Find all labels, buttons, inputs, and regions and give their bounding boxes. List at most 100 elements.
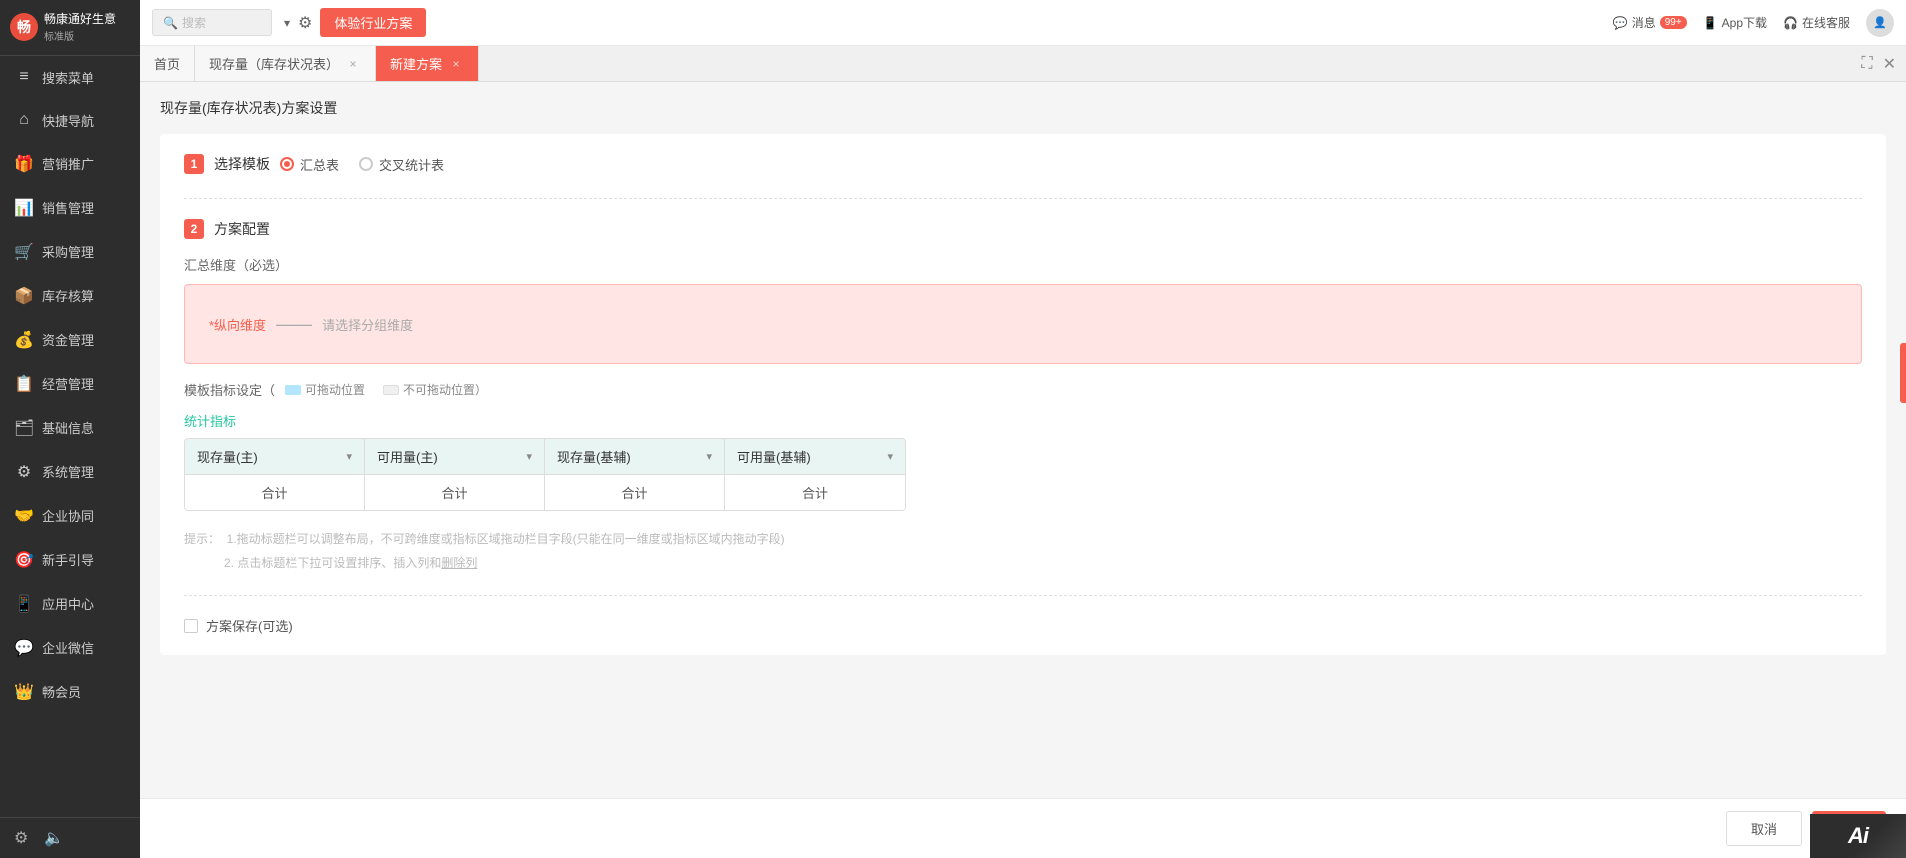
sidebar-item-system[interactable]: ⚙ 系统管理: [0, 450, 140, 494]
sidebar-item-label: 企业微信: [42, 638, 94, 657]
headset-icon: 🎧: [1783, 16, 1798, 30]
sidebar-item-label: 畅会员: [42, 682, 81, 701]
sidebar-item-marketing[interactable]: 🎁 营销推广: [0, 142, 140, 186]
sidebar-nav: ≡ 搜索菜单 ⌂ 快捷导航 🎁 营销推广 📊 销售管理 🛒 采购管理 📦 库存核…: [0, 56, 140, 817]
col-1-chevron[interactable]: ▾: [526, 450, 532, 463]
dimension-required: *纵向维度: [209, 315, 266, 334]
guide-icon: 🎯: [14, 550, 34, 570]
sidebar-item-quick-nav[interactable]: ⌂ 快捷导航: [0, 99, 140, 142]
sales-icon: 📊: [14, 198, 34, 218]
sidebar-item-purchase[interactable]: 🛒 采购管理: [0, 230, 140, 274]
col-2-cell: 合计: [545, 475, 724, 510]
radio-summary-dot: [280, 157, 294, 171]
sidebar-item-label: 应用中心: [42, 594, 94, 613]
app-logo: 畅 畅康通好生意 标准版: [0, 0, 140, 56]
wechat-icon: 💬: [14, 638, 34, 658]
sidebar-item-sales[interactable]: 📊 销售管理: [0, 186, 140, 230]
dropdown-icon[interactable]: ▾: [284, 16, 290, 30]
sidebar-item-label: 企业协同: [42, 506, 94, 525]
ai-badge[interactable]: Ai: [1810, 814, 1906, 858]
sidebar-item-search-menu[interactable]: ≡ 搜索菜单: [0, 56, 140, 99]
home-tab-label: 首页: [154, 54, 180, 73]
tab-home[interactable]: 首页: [140, 46, 195, 81]
radio-summary[interactable]: 汇总表: [280, 155, 339, 174]
stats-col-0: 现存量(主) ▾ 合计: [185, 439, 365, 510]
app-center-icon: 📱: [14, 594, 34, 614]
topbar-actions: ▾ ⚙ 体验行业方案: [284, 8, 426, 37]
new-scheme-tab-close[interactable]: ×: [448, 56, 464, 72]
sidebar-item-operation[interactable]: 📋 经营管理: [0, 362, 140, 406]
settings-icon[interactable]: ⚙: [14, 828, 28, 848]
stats-col-1-header[interactable]: 可用量(主) ▾: [365, 439, 544, 475]
stats-col-3: 可用量(基辅) ▾ 合计: [725, 439, 905, 510]
save-option-label: 方案保存(可选): [206, 616, 293, 635]
tab-new-scheme[interactable]: 新建方案 ×: [376, 46, 479, 81]
cancel-button[interactable]: 取消: [1726, 811, 1802, 846]
online-service-btn[interactable]: 🎧 在线客服: [1783, 14, 1850, 31]
col-2-label: 现存量(基辅): [557, 447, 631, 466]
online-service-label: 在线客服: [1802, 14, 1850, 31]
industry-btn[interactable]: 体验行业方案: [320, 8, 426, 37]
legend-draggable-label: 可拖动位置: [305, 381, 365, 398]
col-2-chevron[interactable]: ▾: [706, 450, 712, 463]
section2-title: 方案配置: [214, 219, 270, 239]
marketing-icon: 🎁: [14, 154, 34, 174]
search-menu-icon: ≡: [14, 68, 34, 86]
avatar-icon: 👤: [1873, 16, 1887, 29]
tips-item-2: 2. 点击标题栏下拉可设置排序、插入列和删除列: [224, 551, 1862, 575]
sidebar-item-base-info[interactable]: 🗂 基础信息: [0, 406, 140, 450]
save-checkbox[interactable]: [184, 619, 198, 633]
radio-summary-label: 汇总表: [300, 155, 339, 174]
stats-col-2-header[interactable]: 现存量(基辅) ▾: [545, 439, 724, 475]
col-0-chevron[interactable]: ▾: [346, 450, 352, 463]
template-section: 1 选择模板 汇总表 交叉统计表: [184, 154, 1862, 174]
sidebar-item-finance[interactable]: 💰 资金管理: [0, 318, 140, 362]
radio-cross[interactable]: 交叉统计表: [359, 155, 444, 174]
stats-col-1: 可用量(主) ▾ 合计: [365, 439, 545, 510]
stats-col-0-header[interactable]: 现存量(主) ▾: [185, 439, 364, 475]
user-avatar[interactable]: 👤: [1866, 9, 1894, 37]
help-icon[interactable]: 🔈: [44, 828, 64, 848]
messages-badge: 99+: [1660, 16, 1687, 29]
tabbar-controls: ⛶ ✕: [1851, 46, 1906, 81]
topbar-settings-icon[interactable]: ⚙: [298, 13, 312, 33]
scroll-handle[interactable]: [1900, 343, 1906, 403]
nodrag-box: [383, 385, 399, 395]
sidebar-item-label: 快捷导航: [42, 111, 94, 130]
sidebar-item-label: 营销推广: [42, 154, 94, 173]
section1-num: 1: [184, 154, 204, 174]
tab-inventory-status[interactable]: 现存量（库存状况表） ×: [195, 46, 376, 81]
tabbar: 首页 现存量（库存状况表） × 新建方案 × ⛶ ✕: [140, 46, 1906, 82]
sidebar-item-label: 销售管理: [42, 198, 94, 217]
col-1-label: 可用量(主): [377, 447, 438, 466]
bottombar: 取消 查询: [140, 798, 1906, 858]
search-box[interactable]: 🔍 搜索: [152, 9, 272, 36]
sidebar: 畅 畅康通好生意 标准版 ≡ 搜索菜单 ⌂ 快捷导航 🎁 营销推广 📊 销售管理…: [0, 0, 140, 858]
phone-icon: 📱: [1703, 16, 1718, 30]
sidebar-item-app-center[interactable]: 📱 应用中心: [0, 582, 140, 626]
finance-icon: 💰: [14, 330, 34, 350]
col-3-chevron[interactable]: ▾: [887, 450, 893, 463]
operation-icon: 📋: [14, 374, 34, 394]
system-icon: ⚙: [14, 462, 34, 482]
draggable-box: [285, 385, 301, 395]
app-download-btn[interactable]: 📱 App下载: [1703, 14, 1767, 31]
sidebar-item-wechat[interactable]: 💬 企业微信: [0, 626, 140, 670]
inventory-tab-close[interactable]: ×: [345, 56, 361, 72]
close-all-icon[interactable]: ✕: [1883, 54, 1896, 74]
stats-col-3-header[interactable]: 可用量(基辅) ▾: [725, 439, 905, 475]
dimension-area[interactable]: *纵向维度 —— 请选择分组维度: [184, 284, 1862, 364]
sidebar-item-guide[interactable]: 🎯 新手引导: [0, 538, 140, 582]
page-title: 现存量(库存状况表)方案设置: [160, 98, 1886, 118]
expand-icon[interactable]: ⛶: [1861, 55, 1872, 73]
sidebar-item-label: 采购管理: [42, 242, 94, 261]
stats-table: 现存量(主) ▾ 合计 可用量(主) ▾ 合计: [184, 438, 906, 511]
sidebar-item-label: 系统管理: [42, 462, 94, 481]
tips-title: 提示： 1.拖动标题栏可以调整布局，不可跨维度或指标区域拖动栏目字段(只能在同一…: [184, 527, 1862, 551]
sidebar-item-member[interactable]: 👑 畅会员: [0, 670, 140, 714]
sidebar-item-label: 新手引导: [42, 550, 94, 569]
legend-nodrag-label: 不可拖动位置）: [403, 381, 487, 398]
sidebar-item-cooperation[interactable]: 🤝 企业协同: [0, 494, 140, 538]
sidebar-item-inventory[interactable]: 📦 库存核算: [0, 274, 140, 318]
messages-btn[interactable]: 💬 消息 99+: [1613, 14, 1687, 31]
